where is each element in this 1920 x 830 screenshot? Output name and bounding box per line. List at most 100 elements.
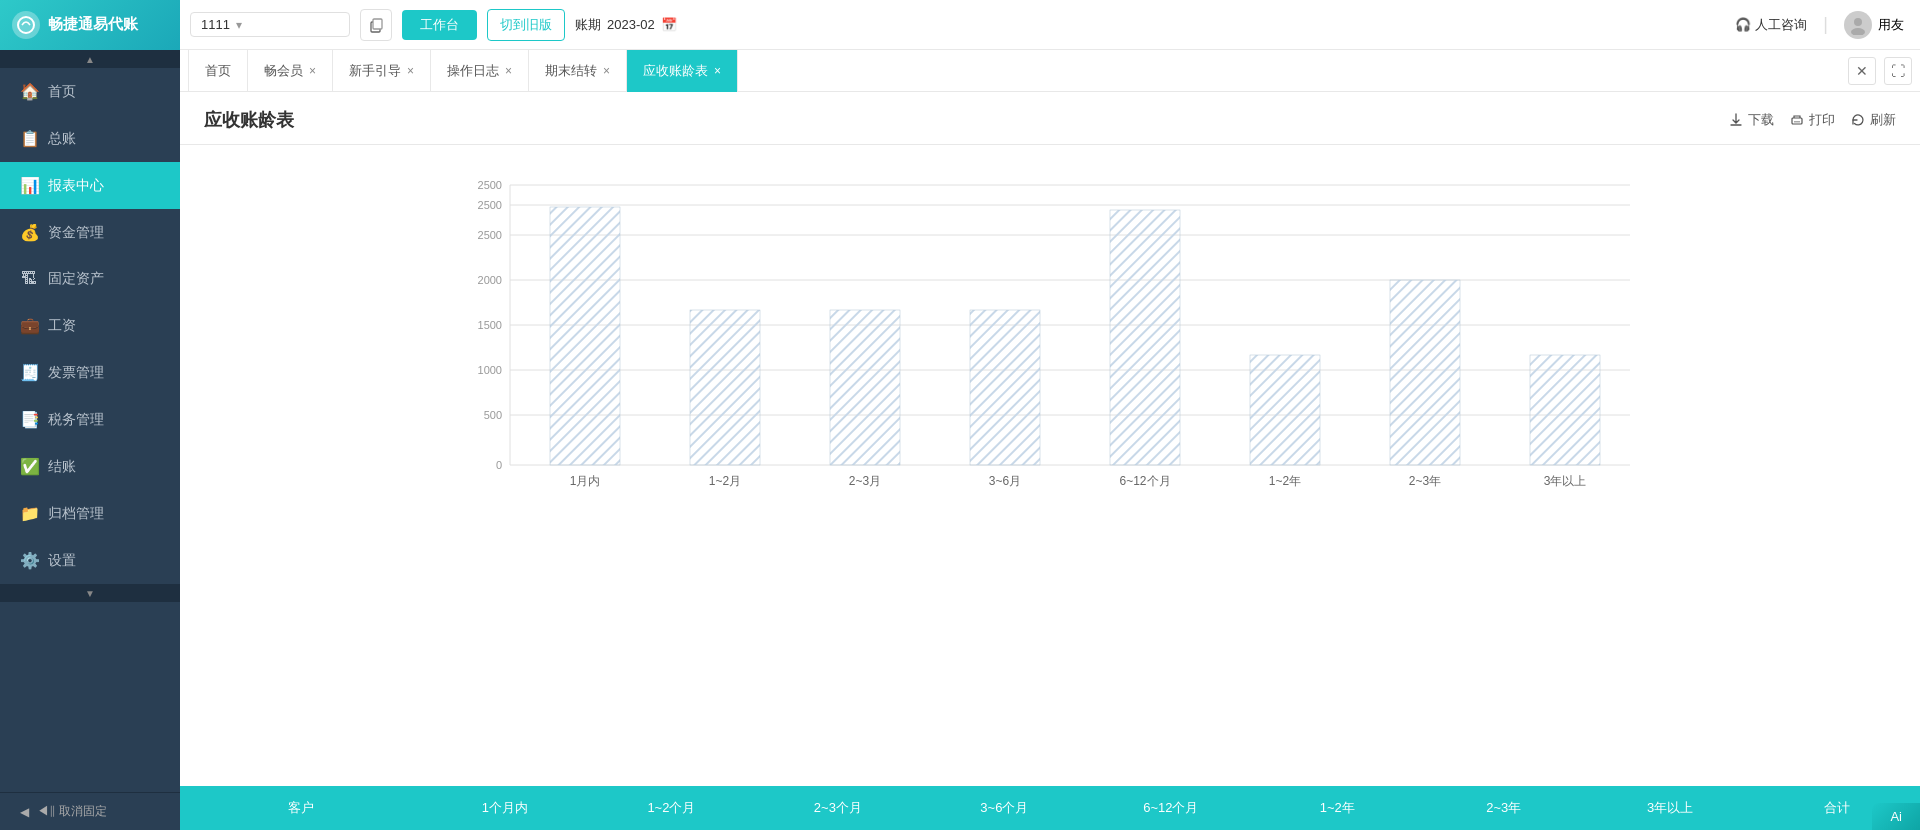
tab-ar-aging[interactable]: 应收账龄表 × [627, 50, 738, 92]
tab-guide-label: 新手引导 [349, 62, 401, 80]
user-area[interactable]: 用友 [1844, 11, 1904, 39]
sidebar-label-settings: 设置 [48, 552, 76, 570]
headset-icon: 🎧 [1735, 17, 1751, 32]
ai-badge[interactable]: Ai [1872, 803, 1920, 830]
sidebar-item-settings[interactable]: ⚙️ 设置 [0, 537, 180, 584]
checkout-icon: ✅ [20, 457, 38, 476]
invoice-icon: 🧾 [20, 363, 38, 382]
sidebar-label-fund: 资金管理 [48, 224, 104, 242]
print-button[interactable]: 打印 [1790, 111, 1835, 129]
page-actions: 下载 打印 刷新 [1729, 111, 1896, 129]
tab-ar-aging-close[interactable]: × [714, 65, 721, 77]
report-icon: 📊 [20, 176, 38, 195]
sidebar: ▲ 🏠 首页 📋 总账 📊 报表中心 💰 资金管理 🏗 固定资产 💼 工资 🧾 … [0, 50, 180, 830]
chevron-down-icon: ▾ [236, 18, 242, 32]
svg-point-3 [1854, 18, 1862, 26]
logo-icon [12, 11, 40, 39]
tab-period-end[interactable]: 期末结转 × [529, 50, 627, 92]
sidebar-scroll-down[interactable]: ▼ [0, 584, 180, 602]
company-selector[interactable]: 1111 ▾ [190, 12, 350, 37]
close-all-button[interactable]: ✕ [1848, 57, 1876, 85]
svg-text:1~2月: 1~2月 [709, 474, 741, 488]
col-2-3m: 2~3个月 [755, 799, 921, 817]
cancel-fixed-button[interactable]: ◀ ◀‖ 取消固定 [0, 793, 180, 830]
sidebar-item-fund[interactable]: 💰 资金管理 [0, 209, 180, 256]
switch-old-button[interactable]: 切到旧版 [487, 9, 565, 41]
tax-icon: 📑 [20, 410, 38, 429]
calendar-icon[interactable]: 📅 [661, 17, 677, 32]
sidebar-item-asset[interactable]: 🏗 固定资产 [0, 256, 180, 302]
tab-oplog-close[interactable]: × [505, 65, 512, 77]
cancel-fixed-icon: ◀ [20, 805, 29, 819]
download-button[interactable]: 下载 [1729, 111, 1774, 129]
bar-chart: 0 500 1000 1500 2000 2500 2500 2500 [204, 165, 1896, 525]
tab-member[interactable]: 畅会员 × [248, 50, 333, 92]
sidebar-label-archive: 归档管理 [48, 505, 104, 523]
tab-home[interactable]: 首页 [188, 50, 248, 92]
col-1m: 1个月内 [422, 799, 588, 817]
tab-actions: ✕ ⛶ [1848, 57, 1912, 85]
svg-text:500: 500 [484, 409, 502, 421]
refresh-button[interactable]: 刷新 [1851, 111, 1896, 129]
svg-text:0: 0 [496, 459, 502, 471]
col-1-2y: 1~2年 [1254, 799, 1420, 817]
svg-rect-26 [690, 310, 760, 465]
sidebar-item-archive[interactable]: 📁 归档管理 [0, 490, 180, 537]
svg-text:1月内: 1月内 [570, 474, 601, 488]
svg-rect-32 [1530, 355, 1600, 465]
svg-text:2500: 2500 [478, 179, 502, 191]
print-label: 打印 [1809, 111, 1835, 129]
consult-label: 人工咨询 [1755, 16, 1807, 34]
cancel-fixed-label: ◀‖ 取消固定 [37, 803, 107, 820]
sidebar-item-invoice[interactable]: 🧾 发票管理 [0, 349, 180, 396]
sidebar-label-home: 首页 [48, 83, 76, 101]
sidebar-label-asset: 固定资产 [48, 270, 104, 288]
tab-oplog[interactable]: 操作日志 × [431, 50, 529, 92]
tab-home-label: 首页 [205, 62, 231, 80]
consult-button[interactable]: 🎧 人工咨询 [1735, 16, 1807, 34]
period-value: 2023-02 [607, 17, 655, 32]
asset-icon: 🏗 [20, 270, 38, 288]
svg-text:1500: 1500 [478, 319, 502, 331]
col-6-12m: 6~12个月 [1088, 799, 1254, 817]
salary-icon: 💼 [20, 316, 38, 335]
sidebar-item-tax[interactable]: 📑 税务管理 [0, 396, 180, 443]
ledger-icon: 📋 [20, 129, 38, 148]
tab-member-close[interactable]: × [309, 65, 316, 77]
sidebar-label-report: 报表中心 [48, 177, 104, 195]
logo-area: 畅捷通易代账 [0, 0, 180, 50]
col-2-3y: 2~3年 [1421, 799, 1587, 817]
sidebar-scroll-up[interactable]: ▲ [0, 50, 180, 68]
sidebar-item-checkout[interactable]: ✅ 结账 [0, 443, 180, 490]
svg-text:3~6月: 3~6月 [989, 474, 1021, 488]
content-area: 首页 畅会员 × 新手引导 × 操作日志 × 期末结转 × 应收账龄表 × [180, 50, 1920, 830]
table-header-bar: 客户 1个月内 1~2个月 2~3个月 3~6个月 6~12个月 1~2年 2~… [180, 786, 1920, 830]
sidebar-label-salary: 工资 [48, 317, 76, 335]
tab-period-end-close[interactable]: × [603, 65, 610, 77]
sidebar-item-salary[interactable]: 💼 工资 [0, 302, 180, 349]
tab-period-end-label: 期末结转 [545, 62, 597, 80]
chart-wrapper: 0 500 1000 1500 2000 2500 2500 2500 [204, 165, 1896, 525]
svg-text:1~2年: 1~2年 [1269, 474, 1301, 488]
sidebar-item-report[interactable]: 📊 报表中心 [0, 162, 180, 209]
tab-guide[interactable]: 新手引导 × [333, 50, 431, 92]
page-content: 应收账龄表 下载 打印 刷新 [180, 92, 1920, 830]
company-name: 1111 [201, 17, 230, 32]
tab-guide-close[interactable]: × [407, 65, 414, 77]
user-name: 用友 [1878, 16, 1904, 34]
copy-button[interactable] [360, 9, 392, 41]
maximize-button[interactable]: ⛶ [1884, 57, 1912, 85]
svg-rect-28 [970, 310, 1040, 465]
refresh-label: 刷新 [1870, 111, 1896, 129]
tab-member-label: 畅会员 [264, 62, 303, 80]
tab-ar-aging-label: 应收账龄表 [643, 62, 708, 80]
period-area: 账期 2023-02 📅 [575, 16, 677, 34]
sidebar-item-ledger[interactable]: 📋 总账 [0, 115, 180, 162]
workbench-button[interactable]: 工作台 [402, 10, 477, 40]
svg-text:2~3年: 2~3年 [1409, 474, 1441, 488]
svg-rect-30 [1250, 355, 1320, 465]
top-header: 畅捷通易代账 1111 ▾ 工作台 切到旧版 账期 2023-02 📅 🎧 人工… [0, 0, 1920, 50]
sidebar-item-home[interactable]: 🏠 首页 [0, 68, 180, 115]
svg-text:2500: 2500 [478, 199, 502, 211]
period-label: 账期 [575, 16, 601, 34]
